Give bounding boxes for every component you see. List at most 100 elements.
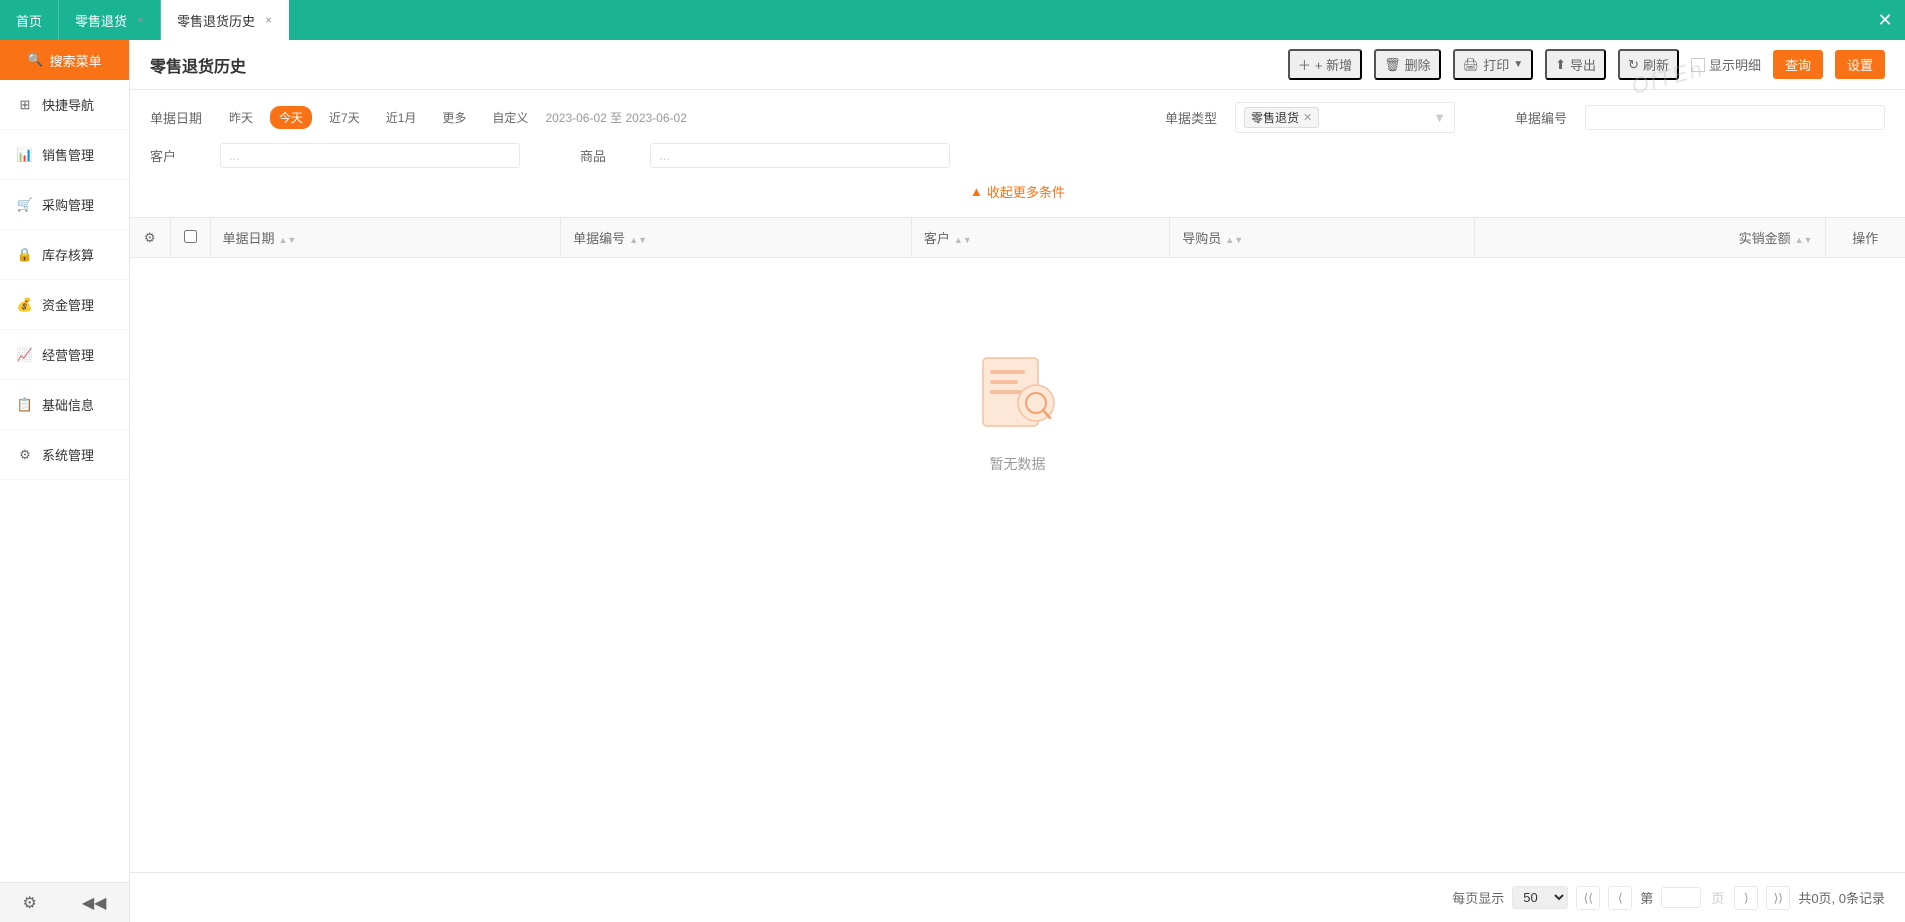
- show-detail-checkbox[interactable]: [1691, 58, 1705, 72]
- tab-home[interactable]: 首页: [0, 0, 59, 40]
- last-page-button[interactable]: ⟩⟩: [1766, 886, 1790, 910]
- quick-nav-icon: ⊞: [16, 96, 34, 114]
- export-button[interactable]: ⬆ 导出: [1545, 49, 1606, 80]
- window-close-button[interactable]: ✕: [1865, 0, 1905, 40]
- next-page-button[interactable]: ⟩: [1734, 886, 1758, 910]
- settings-button[interactable]: 设置: [1835, 50, 1885, 79]
- th-operation: 操作: [1825, 218, 1905, 258]
- sidebar-item-operations[interactable]: 📈经营管理: [0, 330, 129, 380]
- content-area: 零售退货历史 ＋ + 新增 🗑 删除 🖨 打印 ▼ ⬆ 导出: [130, 40, 1905, 922]
- quick-nav-label: 快捷导航: [42, 95, 94, 114]
- guide-sort-icon: ▲▼: [1225, 235, 1243, 245]
- query-button[interactable]: 查询: [1773, 50, 1823, 79]
- sidebar-item-basic-info[interactable]: 📋 基础信息: [0, 380, 129, 430]
- sidebar-item-system-mgmt[interactable]: ⚙ 系统管理: [0, 430, 129, 480]
- refresh-button[interactable]: ↻ 刷新: [1618, 49, 1679, 80]
- tab-close-retail-return-history[interactable]: ×: [265, 13, 272, 27]
- top-bar: 首页零售退货 ×零售退货历史 × ✕: [0, 0, 1905, 40]
- date-btn-自定义[interactable]: 自定义: [483, 106, 537, 129]
- collapse-icon: ▲: [970, 184, 983, 199]
- tab-list: 首页零售退货 ×零售退货历史 ×: [0, 0, 1865, 40]
- prev-page-button[interactable]: ⟨: [1608, 886, 1632, 910]
- table-settings-icon[interactable]: ⚙: [144, 230, 156, 245]
- date-btn-近1月[interactable]: 近1月: [377, 106, 426, 129]
- sidebar-search-label: 搜索菜单: [50, 51, 102, 70]
- date-sort-icon: ▲▼: [279, 235, 297, 245]
- print-button[interactable]: 🖨 打印 ▼: [1453, 49, 1533, 80]
- th-guide[interactable]: 导购员▲▼: [1170, 218, 1475, 258]
- type-tag-close[interactable]: ✕: [1303, 111, 1312, 124]
- sidebar-item-quick-nav[interactable]: ⊞ 快捷导航: [0, 80, 129, 130]
- basic-info-icon: 📋: [16, 396, 34, 414]
- type-filter-select[interactable]: 零售退货 ✕ ▼: [1235, 102, 1455, 133]
- system-mgmt-icon: ⚙: [16, 446, 34, 464]
- number-sort-icon: ▲▼: [629, 235, 647, 245]
- page-label: 第: [1640, 888, 1653, 907]
- empty-state: 暂无数据: [130, 258, 1905, 554]
- th-customer[interactable]: 客户▲▼: [911, 218, 1169, 258]
- operations-label: 经营管理: [42, 345, 94, 364]
- finance-icon: 💰: [16, 296, 34, 314]
- customer-filter-label: 客户: [150, 146, 220, 165]
- sidebar-search-button[interactable]: 🔍 搜索菜单: [0, 40, 129, 80]
- print-icon: 🖨: [1463, 57, 1480, 73]
- export-icon: ⬆: [1555, 57, 1566, 73]
- sidebar-item-purchase-mgmt[interactable]: 🛒采购管理: [0, 180, 129, 230]
- customer-filter-select[interactable]: ...: [220, 143, 520, 168]
- refresh-icon: ↻: [1628, 57, 1639, 73]
- purchase-mgmt-label: 采购管理: [42, 195, 94, 214]
- sidebar-footer: ⚙ ◀◀: [0, 882, 129, 922]
- tab-retail-return[interactable]: 零售退货 ×: [59, 0, 161, 40]
- date-btn-昨天[interactable]: 昨天: [220, 106, 262, 129]
- date-btn-更多[interactable]: 更多: [433, 106, 475, 129]
- sidebar-item-sales-mgmt[interactable]: 📊销售管理: [0, 130, 129, 180]
- toolbar: ＋ + 新增 🗑 删除 🖨 打印 ▼ ⬆ 导出 ↻: [1288, 49, 1885, 80]
- tab-close-retail-return[interactable]: ×: [137, 13, 144, 27]
- th-date[interactable]: 单据日期▲▼: [210, 218, 561, 258]
- basic-info-label: 基础信息: [42, 395, 94, 414]
- amount-sort-icon: ▲▼: [1795, 235, 1813, 245]
- number-filter-input[interactable]: [1585, 105, 1885, 130]
- sidebar-item-finance[interactable]: 💰 资金管理: [0, 280, 129, 330]
- page-number-input[interactable]: 1: [1661, 887, 1701, 908]
- date-filter-label: 单据日期: [150, 108, 220, 127]
- inventory-label: 库存核算: [42, 245, 94, 264]
- show-detail-toggle[interactable]: 显示明细: [1691, 55, 1761, 74]
- page-header: 零售退货历史 ＋ + 新增 🗑 删除 🖨 打印 ▼ ⬆ 导出: [130, 40, 1905, 90]
- table-header-row: ⚙ 单据日期▲▼单据编号▲▼客户▲▼导购员▲▼实销金额▲▼操作: [130, 218, 1905, 258]
- sidebar-item-inventory[interactable]: 🔒库存核算: [0, 230, 129, 280]
- table-container: ⚙ 单据日期▲▼单据编号▲▼客户▲▼导购员▲▼实销金额▲▼操作 暂无数据: [130, 218, 1905, 872]
- filter-row-date: 单据日期 昨天今天近7天近1月更多自定义2023-06-02 至 2023-06…: [150, 102, 1885, 133]
- empty-icon: [968, 338, 1068, 438]
- page-title: 零售退货历史: [150, 53, 246, 77]
- date-btn-近7天[interactable]: 近7天: [320, 106, 369, 129]
- date-filter: 昨天今天近7天近1月更多自定义2023-06-02 至 2023-06-02: [220, 106, 1105, 129]
- th-settings: ⚙: [130, 218, 170, 258]
- th-amount[interactable]: 实销金额▲▼: [1474, 218, 1825, 258]
- type-filter-label: 单据类型: [1165, 108, 1235, 127]
- sidebar-nav: ⊞ 快捷导航 📊销售管理🛒采购管理🔒库存核算 💰 资金管理 📈经营管理 📋 基础信息 ⚙ 系统管理: [0, 80, 129, 882]
- finance-label: 资金管理: [42, 295, 94, 314]
- date-btn-今天[interactable]: 今天: [270, 106, 312, 129]
- customer-filter-placeholder: ...: [229, 148, 240, 163]
- add-button[interactable]: ＋ + 新增: [1288, 49, 1362, 80]
- tab-retail-return-history[interactable]: 零售退货历史 ×: [161, 0, 289, 40]
- goods-filter-select[interactable]: ...: [650, 143, 950, 168]
- delete-icon: 🗑: [1384, 57, 1401, 73]
- select-all-checkbox[interactable]: [184, 230, 197, 243]
- add-icon: ＋: [1298, 55, 1311, 74]
- type-filter-tag: 零售退货 ✕: [1244, 107, 1319, 128]
- customer-sort-icon: ▲▼: [954, 235, 972, 245]
- th-number[interactable]: 单据编号▲▼: [561, 218, 912, 258]
- collapse-button[interactable]: ▲ 收起更多条件: [970, 178, 1065, 205]
- search-icon: 🔍: [27, 52, 43, 68]
- system-mgmt-label: 系统管理: [42, 445, 94, 464]
- audio-icon[interactable]: ◀◀: [82, 893, 107, 913]
- first-page-button[interactable]: ⟨⟨: [1576, 886, 1600, 910]
- goods-filter-placeholder: ...: [659, 148, 670, 163]
- per-page-select[interactable]: 102050100: [1512, 886, 1568, 909]
- data-table: ⚙ 单据日期▲▼单据编号▲▼客户▲▼导购员▲▼实销金额▲▼操作: [130, 218, 1905, 258]
- pagination: 每页显示 102050100 ⟨⟨ ⟨ 第 1 页 ⟩ ⟩⟩ 共0页, 0条记录: [130, 872, 1905, 922]
- delete-button[interactable]: 🗑 删除: [1374, 49, 1441, 80]
- settings-icon[interactable]: ⚙: [23, 893, 37, 913]
